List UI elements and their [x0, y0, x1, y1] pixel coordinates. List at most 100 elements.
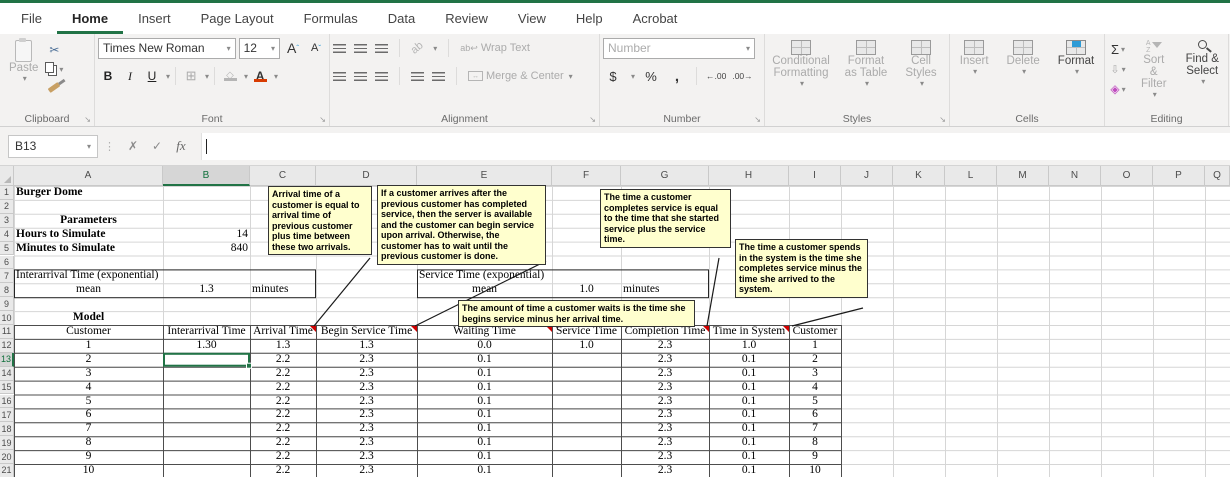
cell-D15[interactable]: 2.3 [316, 381, 417, 395]
percent-icon[interactable]: % [641, 66, 661, 86]
cell-G18[interactable]: 2.3 [621, 422, 709, 436]
cell-G21[interactable]: 2.3 [621, 464, 709, 477]
tab-data[interactable]: Data [373, 3, 430, 34]
fill-color-icon[interactable]: ◇ [220, 66, 240, 86]
cell-G16[interactable]: 2.3 [621, 395, 709, 409]
row-header-2[interactable]: 2 [0, 199, 14, 214]
paste-button[interactable]: Paste ▾ [3, 37, 44, 101]
spreadsheet-grid[interactable]: Arrival time of a customer is equal to a… [0, 166, 1230, 477]
currency-icon[interactable]: $ [603, 66, 623, 86]
styles-dialog-launcher[interactable]: ↘ [939, 115, 946, 124]
cell-C18[interactable]: 2.2 [250, 422, 316, 436]
cell-C15[interactable]: 2.2 [250, 381, 316, 395]
font-color-icon[interactable]: A [250, 66, 270, 86]
cell-E7[interactable]: Service Time (exponential) [417, 269, 552, 283]
col-header-K[interactable]: K [893, 166, 945, 186]
row-header-10[interactable]: 10 [0, 311, 14, 325]
cell-A8[interactable]: mean [14, 283, 163, 297]
comma-style-icon[interactable]: , [667, 66, 687, 86]
cell-I13[interactable]: 2 [789, 353, 841, 367]
cell-I18[interactable]: 7 [789, 422, 841, 436]
tab-formulas[interactable]: Formulas [289, 3, 373, 34]
row-header-7[interactable]: 7 [0, 269, 14, 284]
clear-icon[interactable]: ◈ ▾ [1108, 79, 1128, 99]
conditional-formatting-button[interactable]: Conditional Formatting ▾ [768, 37, 834, 111]
cell-D19[interactable]: 2.3 [316, 436, 417, 450]
cell-G14[interactable]: 2.3 [621, 367, 709, 381]
cell-E11[interactable]: Waiting Time [417, 325, 552, 339]
decrease-indent-icon[interactable] [411, 71, 424, 81]
tab-view[interactable]: View [503, 3, 561, 34]
cell-D21[interactable]: 2.3 [316, 464, 417, 477]
cell-H12[interactable]: 1.0 [709, 339, 789, 353]
cell-A20[interactable]: 9 [14, 450, 163, 464]
cell-G19[interactable]: 2.3 [621, 436, 709, 450]
tab-help[interactable]: Help [561, 3, 618, 34]
col-header-M[interactable]: M [997, 166, 1049, 186]
increase-decimal-icon[interactable]: ←.00 [706, 66, 726, 86]
row-header-15[interactable]: 15 [0, 380, 14, 395]
cell-A18[interactable]: 7 [14, 422, 163, 436]
cell-A12[interactable]: 1 [14, 339, 163, 353]
col-header-D[interactable]: D [316, 166, 417, 186]
cell-A17[interactable]: 6 [14, 408, 163, 422]
row-header-8[interactable]: 8 [0, 283, 14, 298]
col-header-A[interactable]: A [14, 166, 163, 186]
cell-C14[interactable]: 2.2 [250, 367, 316, 381]
cell-E15[interactable]: 0.1 [417, 381, 552, 395]
cell-A16[interactable]: 5 [14, 395, 163, 409]
cell-G20[interactable]: 2.3 [621, 450, 709, 464]
cell-D12[interactable]: 1.3 [316, 339, 417, 353]
cell-H11[interactable]: Time in System [709, 325, 789, 339]
wrap-text-button[interactable]: ab↩ Wrap Text [460, 42, 530, 54]
cell-H14[interactable]: 0.1 [709, 367, 789, 381]
cell-H15[interactable]: 0.1 [709, 381, 789, 395]
col-header-O[interactable]: O [1101, 166, 1153, 186]
cell-E18[interactable]: 0.1 [417, 422, 552, 436]
cell-C11[interactable]: Arrival Time [250, 325, 316, 339]
format-painter-icon[interactable] [44, 78, 64, 97]
col-header-E[interactable]: E [417, 166, 552, 186]
cell-D16[interactable]: 2.3 [316, 395, 417, 409]
italic-button[interactable]: I [120, 66, 140, 86]
align-left-icon[interactable] [333, 71, 346, 81]
increase-indent-icon[interactable] [432, 71, 445, 81]
cell-D14[interactable]: 2.3 [316, 367, 417, 381]
cell-F8[interactable]: 1.0 [552, 283, 621, 297]
row-header-12[interactable]: 12 [0, 338, 14, 353]
tab-acrobat[interactable]: Acrobat [618, 3, 693, 34]
tab-insert[interactable]: Insert [123, 3, 186, 34]
cell-A5[interactable]: Minutes to Simulate [14, 242, 163, 256]
cell-B5[interactable]: 840 [163, 242, 250, 256]
cell-C16[interactable]: 2.2 [250, 395, 316, 409]
cell-E13[interactable]: 0.1 [417, 353, 552, 367]
cell-H13[interactable]: 0.1 [709, 353, 789, 367]
align-center-icon[interactable] [354, 71, 367, 81]
cell-H18[interactable]: 0.1 [709, 422, 789, 436]
formula-input[interactable] [201, 132, 1230, 160]
col-header-F[interactable]: F [552, 166, 621, 186]
row-header-17[interactable]: 17 [0, 408, 14, 423]
align-middle-icon[interactable] [354, 43, 367, 53]
bold-button[interactable]: B [98, 66, 118, 86]
row-header-16[interactable]: 16 [0, 394, 14, 409]
font-dialog-launcher[interactable]: ↘ [319, 115, 326, 124]
find-select-button[interactable]: Find & Select ▾ [1180, 37, 1225, 111]
number-format-combo[interactable]: Number ▾ [603, 37, 755, 59]
clipboard-dialog-launcher[interactable]: ↘ [84, 115, 91, 124]
cell-C12[interactable]: 1.3 [250, 339, 316, 353]
row-header-14[interactable]: 14 [0, 366, 14, 381]
cell-A1[interactable]: Burger Dome [14, 186, 163, 200]
orientation-icon[interactable]: ab [409, 39, 426, 56]
select-all-corner[interactable] [0, 166, 14, 186]
cell-D11[interactable]: Begin Service Time [316, 325, 417, 339]
cell-F11[interactable]: Service Time [552, 325, 621, 339]
cell-C21[interactable]: 2.2 [250, 464, 316, 477]
col-header-L[interactable]: L [945, 166, 997, 186]
cell-B12[interactable]: 1.30 [163, 339, 250, 353]
col-header-G[interactable]: G [621, 166, 709, 186]
col-header-N[interactable]: N [1049, 166, 1101, 186]
cell-C17[interactable]: 2.2 [250, 408, 316, 422]
cell-H19[interactable]: 0.1 [709, 436, 789, 450]
col-header-H[interactable]: H [709, 166, 789, 186]
